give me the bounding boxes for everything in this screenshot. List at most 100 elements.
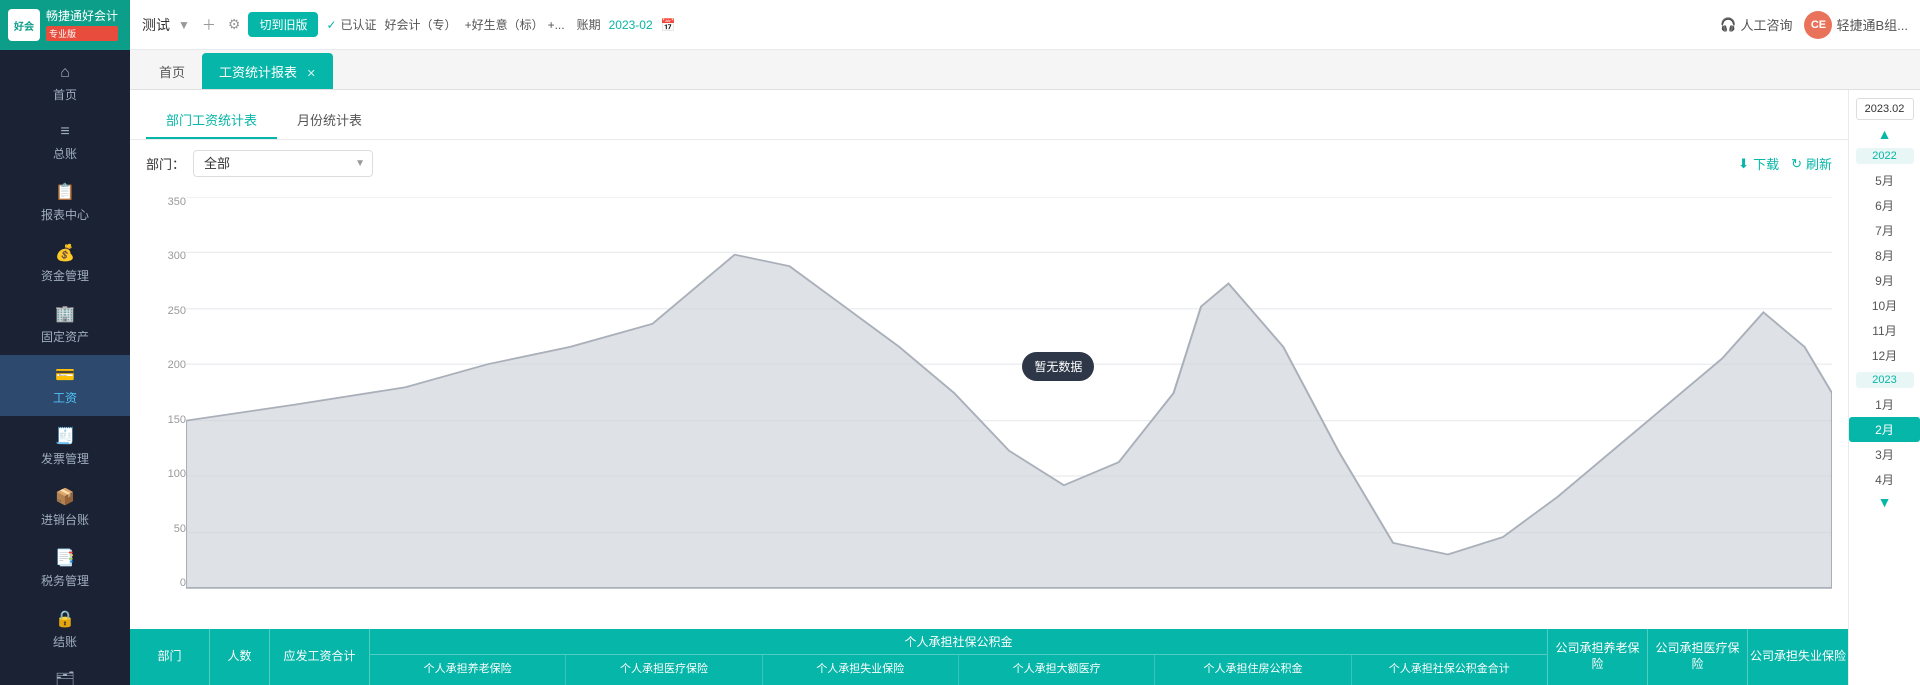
good-account-label: 好会计（专）: [385, 16, 457, 33]
rs-month-1[interactable]: 1月: [1849, 392, 1920, 417]
logo-text-line1: 畅捷通好会计: [46, 9, 118, 25]
topbar-add-icon[interactable]: ＋: [202, 15, 216, 35]
th-group-personal-cells: 个人承担养老保险 个人承担医疗保险 个人承担失业保险 个人承担大额医疗 个人承担: [370, 655, 1547, 685]
topbar: 测试 ▼ ＋ ⚙ 切到旧版 ✓ 已认证 好会计（专） +好生意（标） +... …: [130, 0, 1920, 50]
logo-badge: 专业版: [46, 26, 118, 41]
reports-icon: 📋: [55, 182, 75, 202]
subtab-dept[interactable]: 部门工资统计表: [146, 102, 277, 139]
toolbar-left: 部门： 全部 财务部 销售部 技术部 管理层 ▼: [146, 150, 373, 177]
refresh-btn[interactable]: ↻ 刷新: [1791, 154, 1832, 173]
rs-month-2-active[interactable]: 2月: [1849, 417, 1920, 442]
tab-salary-report[interactable]: 工资统计报表 ✕: [202, 53, 333, 89]
th-company-pension-label: 公司承担养老保险: [1550, 641, 1645, 672]
rs-month-10[interactable]: 10月: [1849, 293, 1920, 318]
th-company-unemployment-label: 公司承担失业保险: [1750, 649, 1846, 665]
close-account-icon: 🔒: [55, 609, 75, 629]
sidebar-item-home[interactable]: ⌂ 首页: [0, 54, 130, 113]
subtab-monthly[interactable]: 月份统计表: [277, 102, 382, 139]
refresh-label: 刷新: [1806, 154, 1832, 173]
th-dept-label: 部门: [157, 649, 181, 665]
main-area: 测试 ▼ ＋ ⚙ 切到旧版 ✓ 已认证 好会计（专） +好生意（标） +... …: [130, 0, 1920, 685]
th-company-pension: 公司承担养老保险: [1548, 629, 1648, 685]
y-label-200: 200: [168, 360, 186, 371]
sidebar-item-tax-label: 税务管理: [41, 572, 89, 589]
sidebar-item-tax[interactable]: 📑 税务管理: [0, 538, 130, 599]
th-group-personal-label: 个人承担社保公积金: [904, 633, 1012, 650]
invoice-icon: 🧾: [55, 426, 75, 446]
content-main: 部门工资统计表 月份统计表 部门： 全部 财务部 销售部 技术部: [130, 90, 1848, 685]
rs-month-12[interactable]: 12月: [1849, 343, 1920, 368]
rs-month-3[interactable]: 3月: [1849, 442, 1920, 467]
switch-to-old-btn[interactable]: 切到旧版: [248, 12, 318, 37]
rs-month-9[interactable]: 9月: [1849, 268, 1920, 293]
th-dept: 部门: [130, 629, 210, 685]
th-group-personal-header: 个人承担社保公积金: [370, 629, 1547, 655]
y-label-250: 250: [168, 306, 186, 317]
rs-month-6[interactable]: 6月: [1849, 193, 1920, 218]
toolbar: 部门： 全部 财务部 销售部 技术部 管理层 ▼ ⬇: [130, 140, 1848, 187]
user-profile-btn[interactable]: CE 轻捷通B组...: [1804, 11, 1908, 39]
rs-nav-down-btn[interactable]: ▼: [1876, 492, 1894, 512]
th-company-unemployment: 公司承担失业保险: [1748, 629, 1848, 685]
more-label: +...: [548, 18, 565, 32]
certified-label: 已认证: [341, 16, 377, 33]
sidebar-item-reports[interactable]: 📋 报表中心: [0, 172, 130, 233]
tab-home-label: 首页: [159, 65, 185, 80]
certified-check-icon: ✓: [326, 18, 336, 32]
sidebar-item-inventory[interactable]: 📦 进销台账: [0, 477, 130, 538]
sidebar-item-close[interactable]: 🔒 结账: [0, 599, 130, 660]
content-area: 部门工资统计表 月份统计表 部门： 全部 财务部 销售部 技术部: [130, 90, 1920, 685]
th-company-medical-label: 公司承担医疗保险: [1650, 641, 1745, 672]
th-company-medical: 公司承担医疗保险: [1648, 629, 1748, 685]
download-btn[interactable]: ⬇ 下载: [1738, 154, 1779, 173]
th-personal-medical: 个人承担医疗保险: [566, 655, 762, 685]
sidebar-item-assets[interactable]: 🏢 固定资产: [0, 294, 130, 355]
rs-month-11[interactable]: 11月: [1849, 318, 1920, 343]
sidebar-item-archive[interactable]: 🗂 归档管理: [0, 660, 130, 685]
ai-consult-btn[interactable]: 🎧 人工咨询: [1720, 15, 1792, 34]
topbar-settings-icon[interactable]: ⚙: [228, 16, 241, 33]
tax-icon: 📑: [55, 548, 75, 568]
logo-icon: 好会: [8, 9, 40, 41]
rs-month-8[interactable]: 8月: [1849, 243, 1920, 268]
rs-month-7[interactable]: 7月: [1849, 218, 1920, 243]
y-label-150: 150: [168, 415, 186, 426]
sidebar-logo: 好会 畅捷通好会计 专业版: [0, 0, 130, 50]
assets-icon: 🏢: [55, 304, 75, 324]
inventory-icon: 📦: [55, 487, 75, 507]
chart-svg: [186, 197, 1832, 589]
calendar-icon[interactable]: 📅: [661, 18, 676, 32]
sidebar-item-invoice[interactable]: 🧾 发票管理: [0, 416, 130, 477]
sidebar-item-funds[interactable]: 💰 资金管理: [0, 233, 130, 294]
y-label-350: 350: [168, 197, 186, 208]
refresh-icon: ↻: [1791, 156, 1802, 172]
th-personal-unemployment: 个人承担失业保险: [763, 655, 959, 685]
dept-select[interactable]: 全部 财务部 销售部 技术部 管理层: [193, 150, 373, 177]
tab-home[interactable]: 首页: [142, 53, 202, 89]
th-personal-major-medical: 个人承担大额医疗: [959, 655, 1155, 685]
rs-month-4[interactable]: 4月: [1849, 467, 1920, 492]
th-total-salary: 应发工资合计: [270, 629, 370, 685]
chart-container: 350 300 250 200 150 100 50 0: [130, 187, 1832, 629]
chart-area-path: [186, 255, 1832, 588]
tab-close-icon[interactable]: ✕: [307, 68, 316, 80]
th-personal-total: 个人承担社保公积金合计: [1352, 655, 1547, 685]
sidebar-item-reports-label: 报表中心: [41, 206, 89, 223]
topbar-title: 测试: [142, 15, 170, 35]
y-axis: 350 300 250 200 150 100 50 0: [146, 197, 186, 589]
rs-nav-up-btn[interactable]: ▲: [1876, 124, 1894, 144]
avatar: CE: [1804, 11, 1832, 39]
user-name-label: 轻捷通B组...: [1836, 15, 1908, 34]
avatar-initials: CE: [1811, 19, 1826, 31]
y-label-50: 50: [174, 524, 186, 535]
sidebar-item-salary[interactable]: 💳 工资: [0, 355, 130, 416]
rs-month-5[interactable]: 5月: [1849, 168, 1920, 193]
subtab-monthly-label: 月份统计表: [297, 113, 362, 128]
topbar-dropdown-arrow[interactable]: ▼: [178, 18, 190, 32]
rs-year-label: 2023.02: [1856, 98, 1914, 120]
sidebar-item-invoice-label: 发票管理: [41, 450, 89, 467]
th-count-label: 人数: [227, 649, 251, 665]
sidebar-item-ledger[interactable]: ≡ 总账: [0, 113, 130, 172]
th-personal-housing: 个人承担住房公积金: [1155, 655, 1351, 685]
funds-icon: 💰: [55, 243, 75, 263]
